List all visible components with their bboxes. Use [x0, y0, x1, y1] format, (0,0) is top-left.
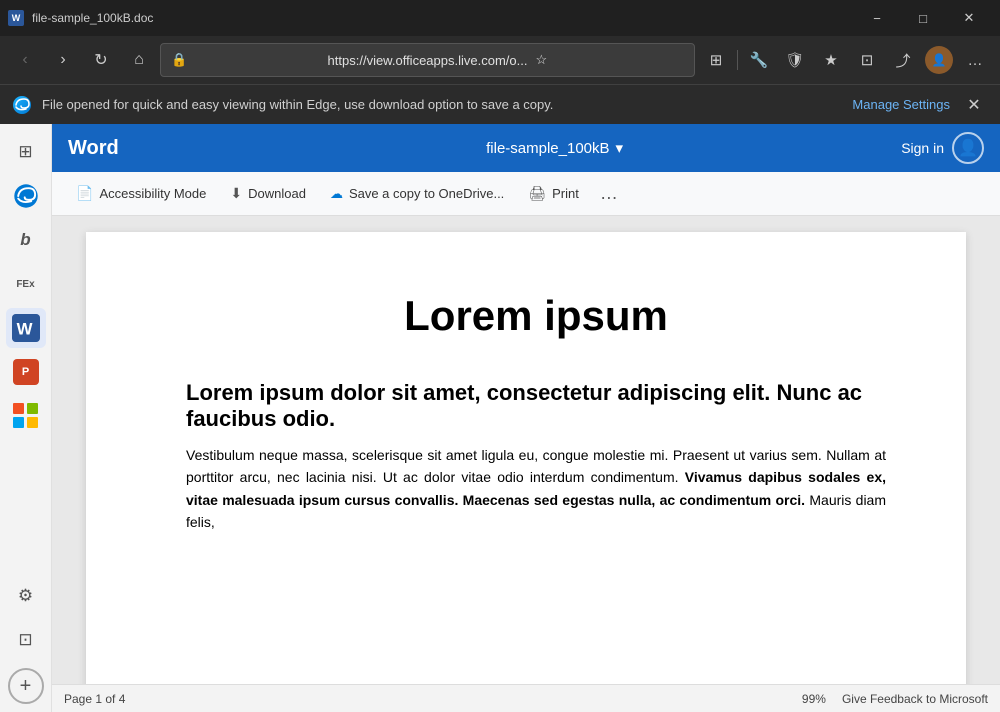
- document-body: Vestibulum neque massa, scelerisque sit …: [186, 444, 886, 534]
- nav-separator: [737, 50, 738, 70]
- settings-icon: ⚙: [18, 586, 33, 606]
- word-app-label: Word: [68, 137, 208, 160]
- file-title-text: file-sample_100kB: [486, 140, 609, 157]
- notification-text: File opened for quick and easy viewing w…: [42, 97, 842, 112]
- notification-bar: File opened for quick and easy viewing w…: [0, 84, 1000, 124]
- save-onedrive-button[interactable]: ☁ Save a copy to OneDrive...: [318, 176, 516, 212]
- sidebar-item-tabs[interactable]: ⊞: [6, 132, 46, 172]
- refresh-button[interactable]: ↻: [84, 43, 118, 77]
- screenshots-button[interactable]: ⊡: [850, 43, 884, 77]
- bing-icon: b: [20, 230, 30, 250]
- document-heading: Lorem ipsum dolor sit amet, consectetur …: [186, 380, 886, 432]
- profile-button[interactable]: 👤: [922, 43, 956, 77]
- address-bar[interactable]: 🔒 https://view.officeapps.live.com/o... …: [160, 43, 695, 77]
- ribbon-more-button[interactable]: …: [593, 178, 625, 210]
- sign-in-label: Sign in: [901, 140, 944, 156]
- user-circle-icon: 👤: [952, 132, 984, 164]
- microsoft365-icon: [13, 403, 39, 429]
- manage-settings-button[interactable]: Manage Settings: [852, 97, 950, 112]
- document-area[interactable]: Lorem ipsum Lorem ipsum dolor sit amet, …: [52, 216, 1000, 684]
- document-page: Lorem ipsum Lorem ipsum dolor sit amet, …: [86, 232, 966, 684]
- status-bar-right: 99% Give Feedback to Microsoft: [802, 692, 988, 706]
- accessibility-mode-label: Accessibility Mode: [99, 186, 206, 201]
- word-icon-title: W: [8, 10, 24, 26]
- home-button[interactable]: ⌂: [122, 43, 156, 77]
- maximize-button[interactable]: □: [900, 2, 946, 34]
- file-title-chevron: ▾: [616, 139, 624, 157]
- download-label: Download: [248, 186, 306, 201]
- titlebar: W file-sample_100kB.doc − □ ✕: [0, 0, 1000, 36]
- accessibility-icon: 📄: [76, 185, 93, 202]
- sidebar-item-fex[interactable]: FEx: [6, 264, 46, 304]
- extensions-button[interactable]: 🔧: [742, 43, 776, 77]
- sidebar-item-bing[interactable]: b: [6, 220, 46, 260]
- fex-icon: FEx: [16, 279, 34, 290]
- status-bar: Page 1 of 4 99% Give Feedback to Microso…: [52, 684, 1000, 712]
- print-label: Print: [552, 186, 579, 201]
- print-icon: 🖨: [528, 185, 546, 202]
- save-onedrive-label: Save a copy to OneDrive...: [349, 186, 504, 201]
- edge-logo-icon: [12, 95, 32, 115]
- share-button[interactable]: ⤴: [886, 43, 920, 77]
- download-button[interactable]: ⬇ Download: [218, 176, 318, 212]
- sidebar-add-button[interactable]: +: [8, 668, 44, 704]
- titlebar-left: W file-sample_100kB.doc: [8, 10, 153, 26]
- zoom-level: 99%: [802, 692, 826, 706]
- content-area: Word file-sample_100kB ▾ Sign in 👤 📄 Acc…: [52, 124, 1000, 712]
- profile-avatar: 👤: [925, 46, 953, 74]
- address-text: https://view.officeapps.live.com/o...: [328, 53, 528, 68]
- collections-button[interactable]: ⊞: [699, 43, 733, 77]
- download-icon: ⬇: [230, 185, 242, 202]
- nav-icons-right: ⊞ 🔧 🛡 ★ ⊡ ⤴ 👤 …: [699, 43, 992, 77]
- document-body-bold-1: Vivamus dapibus sodales ex, vitae malesu…: [186, 469, 886, 507]
- titlebar-controls: − □ ✕: [854, 2, 992, 34]
- favorites-icon: ☆: [535, 52, 684, 68]
- powerpoint-icon: P: [13, 359, 39, 385]
- ribbon-bar: 📄 Accessibility Mode ⬇ Download ☁ Save a…: [52, 172, 1000, 216]
- onedrive-icon: ☁: [330, 186, 343, 202]
- svg-text:W: W: [16, 320, 32, 339]
- sidebar-item-edge[interactable]: [6, 176, 46, 216]
- sidebar-item-word[interactable]: W: [6, 308, 46, 348]
- sign-in-button[interactable]: Sign in 👤: [901, 132, 984, 164]
- browser-essentials-button[interactable]: 🛡: [778, 43, 812, 77]
- word-sidebar-icon: W: [12, 314, 40, 342]
- lock-icon: 🔒: [171, 52, 320, 68]
- tabs-icon: ⊞: [18, 142, 32, 162]
- back-button[interactable]: ‹: [8, 43, 42, 77]
- notification-close-button[interactable]: ✕: [960, 91, 988, 119]
- favorites-button[interactable]: ★: [814, 43, 848, 77]
- main-layout: ⊞ b FEx W P: [0, 124, 1000, 712]
- feedback-link[interactable]: Give Feedback to Microsoft: [842, 692, 988, 706]
- minimize-button[interactable]: −: [854, 2, 900, 34]
- forward-button[interactable]: ›: [46, 43, 80, 77]
- navbar: ‹ › ↻ ⌂ 🔒 https://view.officeapps.live.c…: [0, 36, 1000, 84]
- close-button[interactable]: ✕: [946, 2, 992, 34]
- file-title-button[interactable]: file-sample_100kB ▾: [486, 139, 623, 157]
- history-icon: ⊡: [18, 630, 32, 650]
- sidebar-item-history[interactable]: ⊡: [6, 620, 46, 660]
- accessibility-mode-button[interactable]: 📄 Accessibility Mode: [64, 176, 218, 212]
- page-info: Page 1 of 4: [64, 692, 125, 706]
- sidebar-item-microsoft365[interactable]: [6, 396, 46, 436]
- word-toolbar: Word file-sample_100kB ▾ Sign in 👤: [52, 124, 1000, 172]
- document-title: Lorem ipsum: [186, 292, 886, 340]
- print-button[interactable]: 🖨 Print: [516, 176, 591, 212]
- sidebar-item-settings[interactable]: ⚙: [6, 576, 46, 616]
- edge-sidebar-icon: [13, 183, 39, 209]
- titlebar-title: file-sample_100kB.doc: [32, 11, 153, 25]
- settings-more-button[interactable]: …: [958, 43, 992, 77]
- sidebar-item-powerpoint[interactable]: P: [6, 352, 46, 392]
- sidebar: ⊞ b FEx W P: [0, 124, 52, 712]
